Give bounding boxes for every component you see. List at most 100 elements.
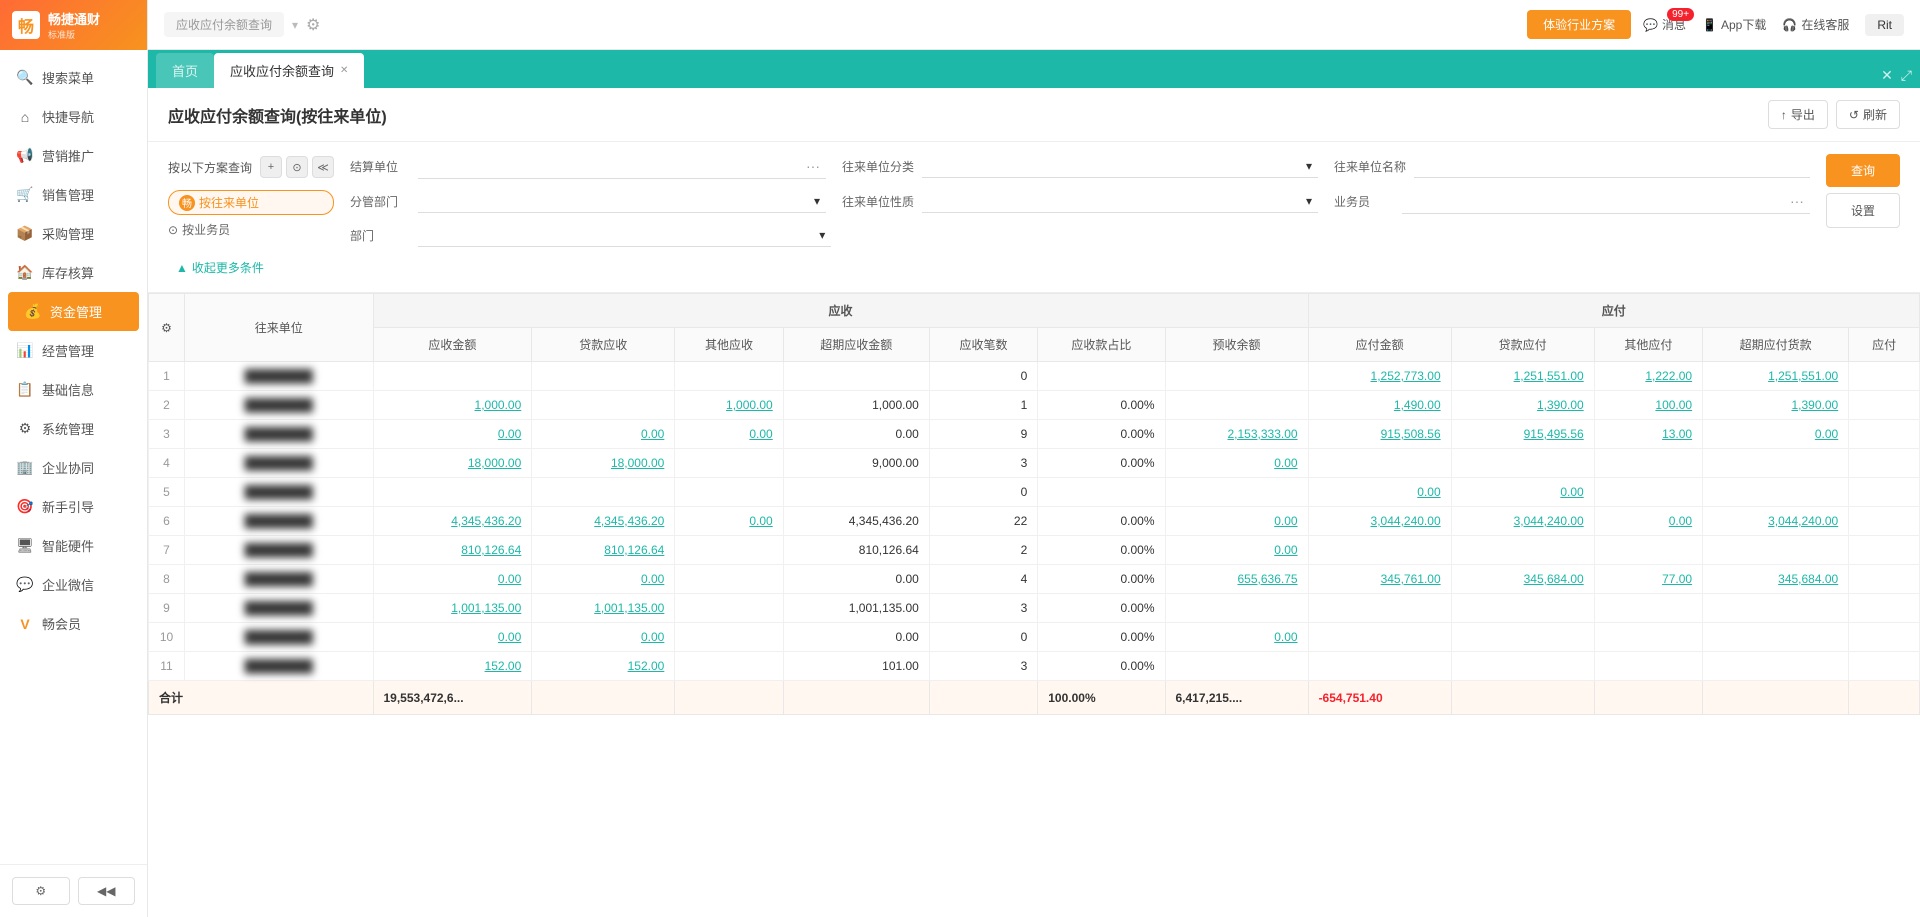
gear-btn[interactable]: ⚙	[306, 15, 320, 35]
customer-service-item[interactable]: 🎧 在线客服	[1782, 16, 1849, 33]
ar-loan-cell[interactable]: 0.00	[532, 565, 675, 594]
ar-loan-cell[interactable]: 0.00	[532, 420, 675, 449]
footer-ar-total[interactable]: 19,553,472,6...	[373, 681, 532, 715]
ap-amount-cell[interactable]: 0.00	[1308, 478, 1451, 507]
sidebar-label-purchase: 采购管理	[42, 224, 94, 243]
table-settings-header[interactable]: ⚙	[149, 294, 185, 362]
ar-amount-cell[interactable]: 1,000.00	[373, 391, 532, 420]
settings-button-search[interactable]: 设置	[1826, 193, 1900, 228]
ar-amount-cell[interactable]: 0.00	[373, 420, 532, 449]
ap-loan-cell[interactable]: 1,390.00	[1451, 391, 1594, 420]
ar-loan-cell[interactable]: 1,001,135.00	[532, 594, 675, 623]
ap-other-cell[interactable]: 13.00	[1594, 420, 1702, 449]
ar-loan-cell[interactable]: 152.00	[532, 652, 675, 681]
ar-amount-cell[interactable]: 0.00	[373, 565, 532, 594]
sidebar-item-search[interactable]: 🔍搜索菜单	[0, 58, 147, 97]
ap-overdue-cell[interactable]: 0.00	[1703, 420, 1849, 449]
sidebar-item-hardware[interactable]: 🖥智能硬件	[0, 526, 147, 565]
export-button[interactable]: ↑ 导出	[1768, 100, 1828, 129]
ar-prepay-cell[interactable]: 2,153,333.00	[1165, 420, 1308, 449]
sidebar-item-finance[interactable]: 💰资金管理	[8, 292, 139, 331]
unit-nature-select[interactable]: ▾	[922, 190, 1318, 213]
sidebar-item-sales[interactable]: 🛒销售管理	[0, 175, 147, 214]
tab-maximize-icon[interactable]: ⤢	[1901, 67, 1912, 84]
sidebar-item-inventory[interactable]: 🏠库存核算	[0, 253, 147, 292]
ar-loan-cell[interactable]: 810,126.64	[532, 536, 675, 565]
more-scheme-button[interactable]: ≪	[312, 156, 334, 178]
ar-prepay-cell[interactable]: 0.00	[1165, 449, 1308, 478]
ar-prepay-cell[interactable]: 655,636.75	[1165, 565, 1308, 594]
ap-amount-cell[interactable]: 345,761.00	[1308, 565, 1451, 594]
ar-other-cell[interactable]: 0.00	[675, 507, 783, 536]
filter-by-unit[interactable]: 畅 按往来单位	[168, 190, 334, 215]
message-icon-item[interactable]: 💬 消息 99+	[1643, 16, 1686, 33]
ap-rest-cell	[1849, 420, 1920, 449]
sidebar-item-quick[interactable]: ⌂快捷导航	[0, 97, 147, 136]
filter-by-salesman[interactable]: ⊙ 按业务员	[168, 221, 334, 238]
ap-overdue-cell[interactable]: 1,390.00	[1703, 391, 1849, 420]
ap-amount-cell[interactable]: 1,490.00	[1308, 391, 1451, 420]
sidebar-item-basic[interactable]: 📋基础信息	[0, 370, 147, 409]
ap-other-cell[interactable]: 1,222.00	[1594, 362, 1702, 391]
ar-prepay-cell[interactable]: 0.00	[1165, 623, 1308, 652]
sidebar-item-system[interactable]: ⚙系统管理	[0, 409, 147, 448]
ap-loan-cell[interactable]: 3,044,240.00	[1451, 507, 1594, 536]
add-scheme-button[interactable]: +	[260, 156, 282, 178]
ar-loan-cell[interactable]: 18,000.00	[532, 449, 675, 478]
user-name[interactable]: Rit	[1865, 14, 1904, 36]
tab-close-icon[interactable]: ✕	[340, 65, 348, 76]
ar-other-cell[interactable]: 0.00	[675, 420, 783, 449]
ap-other-cell[interactable]: 100.00	[1594, 391, 1702, 420]
ar-loan-cell[interactable]: 4,345,436.20	[532, 507, 675, 536]
dept-select[interactable]: ▾	[418, 224, 831, 247]
collapse-conditions-button[interactable]: ▲ 收起更多条件	[168, 255, 1900, 280]
footer-ar-ratio: 100.00%	[1038, 681, 1165, 715]
settlement-unit-dots[interactable]: ···	[806, 158, 820, 174]
sidebar-item-corp[interactable]: 🏢企业协同	[0, 448, 147, 487]
salesman-dots[interactable]: ···	[1790, 193, 1804, 209]
refresh-button[interactable]: ↺ 刷新	[1836, 100, 1900, 129]
ar-amount-cell[interactable]: 0.00	[373, 623, 532, 652]
unit-category-select[interactable]: ▾	[922, 155, 1318, 178]
ap-loan-cell[interactable]: 915,495.56	[1451, 420, 1594, 449]
query-button[interactable]: 查询	[1826, 154, 1900, 187]
ap-overdue-cell[interactable]: 345,684.00	[1703, 565, 1849, 594]
tab-close-all-icon[interactable]: ✕	[1881, 67, 1893, 84]
ap-other-cell[interactable]: 77.00	[1594, 565, 1702, 594]
footer-ar-prepay[interactable]: 6,417,215....	[1165, 681, 1308, 715]
ar-prepay-cell[interactable]: 0.00	[1165, 536, 1308, 565]
sidebar-item-operation[interactable]: 📊经营管理	[0, 331, 147, 370]
tab-home[interactable]: 首页	[156, 53, 214, 88]
sidebar-item-member[interactable]: V畅会员	[0, 604, 147, 643]
industry-solution-button[interactable]: 体验行业方案	[1527, 10, 1631, 39]
sidebar-item-purchase[interactable]: 📦采购管理	[0, 214, 147, 253]
tab-ar[interactable]: 应收应付余额查询 ✕	[214, 53, 364, 88]
ap-loan-cell[interactable]: 1,251,551.00	[1451, 362, 1594, 391]
ap-loan-cell[interactable]: 0.00	[1451, 478, 1594, 507]
unit-name-input[interactable]	[1414, 155, 1810, 178]
ap-amount-cell[interactable]: 915,508.56	[1308, 420, 1451, 449]
ar-loan-cell[interactable]: 0.00	[532, 623, 675, 652]
ar-amount-cell[interactable]: 810,126.64	[373, 536, 532, 565]
sidebar-item-marketing[interactable]: 📢营销推广	[0, 136, 147, 175]
sidebar-item-wechat[interactable]: 💬企业微信	[0, 565, 147, 604]
ap-amount-cell[interactable]: 3,044,240.00	[1308, 507, 1451, 536]
ar-prepay-cell[interactable]: 0.00	[1165, 507, 1308, 536]
ap-other-cell[interactable]: 0.00	[1594, 507, 1702, 536]
settings-button[interactable]: ⚙	[12, 877, 70, 905]
ar-amount-cell[interactable]: 1,001,135.00	[373, 594, 532, 623]
ap-amount-cell[interactable]: 1,252,773.00	[1308, 362, 1451, 391]
sidebar-item-guide[interactable]: 🎯新手引导	[0, 487, 147, 526]
ar-amount-cell[interactable]: 152.00	[373, 652, 532, 681]
app-download-item[interactable]: 📱 App下载	[1702, 16, 1766, 33]
ar-amount-cell[interactable]: 18,000.00	[373, 449, 532, 478]
collapse-button[interactable]: ◀◀	[78, 877, 136, 905]
ap-overdue-cell[interactable]: 3,044,240.00	[1703, 507, 1849, 536]
ap-overdue-cell	[1703, 478, 1849, 507]
edit-scheme-button[interactable]: ⊙	[286, 156, 308, 178]
ap-loan-cell[interactable]: 345,684.00	[1451, 565, 1594, 594]
ar-amount-cell[interactable]: 4,345,436.20	[373, 507, 532, 536]
ar-other-cell[interactable]: 1,000.00	[675, 391, 783, 420]
ap-overdue-cell[interactable]: 1,251,551.00	[1703, 362, 1849, 391]
dept-manager-select[interactable]: ▾	[418, 190, 826, 213]
